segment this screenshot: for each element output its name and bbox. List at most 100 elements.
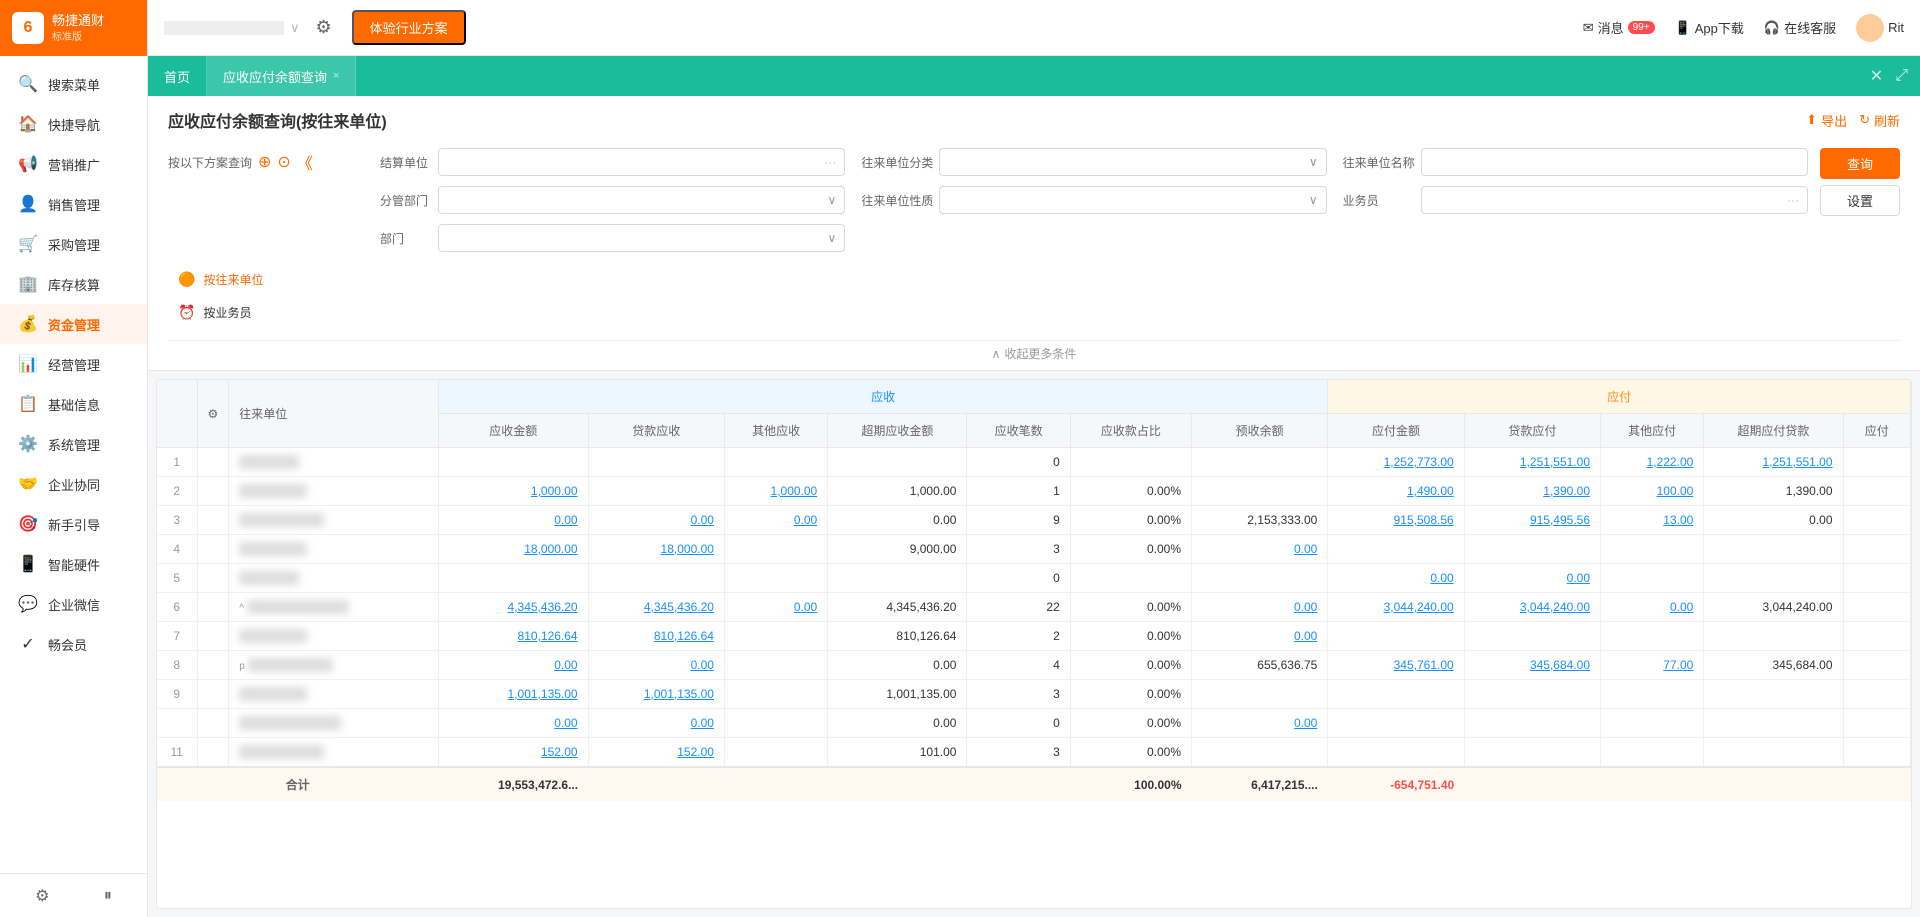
search-menu-icon: 🔍 xyxy=(18,74,38,94)
online-service-btn[interactable]: 🎧 在线客服 xyxy=(1764,18,1836,37)
collapse-more-btn[interactable]: ∧ 收起更多条件 xyxy=(168,340,1900,370)
sidebar-item-hardware[interactable]: 📱 智能硬件 xyxy=(0,544,147,584)
cell-name: ██████ xyxy=(229,448,439,477)
cell-ap-loan[interactable]: 1,251,551.00 xyxy=(1464,448,1600,477)
sidebar-item-operation[interactable]: 📊 经营管理 xyxy=(0,344,147,384)
page-actions: ⬆ 导出 ↻ 刷新 xyxy=(1806,111,1900,130)
table-footer: 合计 19,553,472.6... 100.00% 6,417,215....… xyxy=(157,767,1911,801)
sidebar-item-system[interactable]: ⚙️ 系统管理 xyxy=(0,424,147,464)
cell-ap-rest xyxy=(1843,448,1910,477)
sidebar-item-purchase[interactable]: 🛒 采购管理 xyxy=(0,224,147,264)
partner-name-input[interactable] xyxy=(1421,148,1808,176)
sidebar-item-member[interactable]: ✓ 畅会员 xyxy=(0,624,147,664)
table-row: 11 ██████████ 152.00 152.00 101.00 3 0.0… xyxy=(157,738,1911,768)
th-ap-other: 其他应付 xyxy=(1601,414,1704,448)
logo-text: 畅捷通财 标准版 xyxy=(52,13,104,44)
sidebar: 6 畅捷通财 标准版 🔍 搜索菜单 🏠 快捷导航 📢 营销推广 👤 销售管理 🛒… xyxy=(0,0,148,917)
settlement-unit-field: 结算单位 ··· xyxy=(380,148,845,176)
export-btn[interactable]: ⬆ 导出 xyxy=(1806,111,1847,130)
scheme-collapse-icon[interactable]: 《 xyxy=(297,150,313,174)
topbar: ∨ ⚙ 体验行业方案 ✉ 消息 99+ 📱 App下载 🎧 在线客服 Rit xyxy=(148,0,1920,56)
th-settings[interactable]: ⚙ xyxy=(197,380,229,448)
department-input[interactable]: ∨ xyxy=(438,224,845,252)
th-ar-loan: 贷款应收 xyxy=(588,414,724,448)
marketing-icon: 📢 xyxy=(18,154,38,174)
scheme-by-partner[interactable]: 🟠 按往来单位 xyxy=(168,264,368,295)
partner-nature-input[interactable]: ∨ xyxy=(939,186,1326,214)
add-scheme-btn[interactable]: ⊕ xyxy=(258,152,271,172)
query-actions: 查询 设置 xyxy=(1820,144,1900,216)
sidebar-item-basic-info[interactable]: 📋 基础信息 xyxy=(0,384,147,424)
filters-area: 按以下方案查询 ⊕ ⊙ 《 结算单位 ··· 往来单位分类 xyxy=(168,144,1900,264)
tabbar-close-icon[interactable]: ✕ xyxy=(1870,66,1883,86)
th-receivable-group: 应收 xyxy=(438,380,1328,414)
sidebar-settings-btn[interactable]: ⚙ xyxy=(27,882,57,910)
system-icon: ⚙️ xyxy=(18,434,38,454)
main-content: 应收应付余额查询(按往来单位) ⬆ 导出 ↻ 刷新 按以下方案查询 ⊕ ⊙ 《 xyxy=(148,96,1920,917)
filter-fields: 结算单位 ··· 往来单位分类 ∨ 往来单位名称 xyxy=(368,144,1820,256)
settlement-unit-dots: ··· xyxy=(824,155,836,169)
th-ar-amount: 应收金额 xyxy=(438,414,588,448)
home-tab-label: 首页 xyxy=(164,67,190,86)
sidebar-item-finance[interactable]: 💰 资金管理 xyxy=(0,304,147,344)
th-ap-amount: 应付金额 xyxy=(1328,414,1464,448)
settlement-unit-input[interactable]: ··· xyxy=(438,148,845,176)
sidebar-item-sales[interactable]: 👤 销售管理 xyxy=(0,184,147,224)
cell-no: 1 xyxy=(157,448,197,477)
sidebar-item-newbie[interactable]: 🎯 新手引导 xyxy=(0,504,147,544)
app-download-icon: 📱 xyxy=(1675,20,1691,36)
sidebar-item-marketing[interactable]: 📢 营销推广 xyxy=(0,144,147,184)
tab-home[interactable]: 首页 xyxy=(148,56,207,96)
wechat-icon: 💬 xyxy=(18,594,38,614)
partner-category-field: 往来单位分类 ∨ xyxy=(861,148,1326,176)
home-icon: 🏠 xyxy=(18,114,38,134)
query-button[interactable]: 查询 xyxy=(1820,148,1900,179)
message-btn[interactable]: ✉ 消息 99+ xyxy=(1583,18,1655,37)
user-avatar[interactable]: Rit xyxy=(1856,14,1904,42)
member-icon: ✓ xyxy=(18,634,38,654)
th-payable-group: 应付 xyxy=(1328,380,1911,414)
logo-icon: 6 xyxy=(12,12,44,44)
cell-ap-overdue[interactable]: 1,251,551.00 xyxy=(1704,448,1843,477)
breadcrumb-text xyxy=(164,21,284,35)
table-row: 8 p ██████████ 0.00 0.00 0.00 4 0.00% 65… xyxy=(157,651,1911,680)
cooperation-icon: 🤝 xyxy=(18,474,38,494)
app-download-btn[interactable]: 📱 App下载 xyxy=(1675,18,1744,37)
footer-ar-amount: 19,553,472.6... xyxy=(438,767,588,801)
tab-close-btn[interactable]: × xyxy=(333,70,339,82)
tabbar: 首页 应收应付余额查询 × ✕ ⤢ xyxy=(148,56,1920,96)
cell-ap-amount[interactable]: 1,252,773.00 xyxy=(1328,448,1464,477)
settlement-unit-label: 结算单位 xyxy=(380,154,432,171)
sidebar-item-wechat[interactable]: 💬 企业微信 xyxy=(0,584,147,624)
finance-icon: 💰 xyxy=(18,314,38,334)
sidebar-item-quick-nav[interactable]: 🏠 快捷导航 xyxy=(0,104,147,144)
scheme-settings-icon[interactable]: ⊙ xyxy=(277,152,290,172)
table-row: 9 ████████ 1,001,135.00 1,001,135.00 1,0… xyxy=(157,680,1911,709)
salesperson-field: 业务员 ··· xyxy=(1343,186,1808,214)
sidebar-item-search-menu[interactable]: 🔍 搜索菜单 xyxy=(0,64,147,104)
operation-icon: 📊 xyxy=(18,354,38,374)
settings-button[interactable]: 设置 xyxy=(1820,185,1900,216)
partner-nature-label: 往来单位性质 xyxy=(861,192,933,209)
cell-ap-other[interactable]: 1,222.00 xyxy=(1601,448,1704,477)
sidebar-item-inventory[interactable]: 🏢 库存核算 xyxy=(0,264,147,304)
cell-ar-count: 0 xyxy=(967,448,1070,477)
page-title-row: 应收应付余额查询(按往来单位) ⬆ 导出 ↻ 刷新 xyxy=(168,108,1900,132)
tabbar-expand-icon[interactable]: ⤢ xyxy=(1895,67,1908,85)
managing-dept-input[interactable]: ∨ xyxy=(438,186,845,214)
sidebar-item-cooperation[interactable]: 🤝 企业协同 xyxy=(0,464,147,504)
th-no xyxy=(157,380,197,448)
promo-button[interactable]: 体验行业方案 xyxy=(352,10,466,45)
tab-ar-ap[interactable]: 应收应付余额查询 × xyxy=(207,56,356,96)
message-icon: ✉ xyxy=(1583,20,1594,36)
footer-ar-prepay: 6,417,215.... xyxy=(1192,767,1328,801)
breadcrumb: ∨ xyxy=(164,20,300,36)
refresh-btn[interactable]: ↻ 刷新 xyxy=(1859,111,1900,130)
table-body: 1 ██████ 0 1,252,773.00 1,251,551.00 1,2… xyxy=(157,448,1911,768)
sidebar-collapse-btn[interactable]: ⏸ xyxy=(96,883,120,909)
topbar-settings-icon[interactable]: ⚙ xyxy=(316,17,332,38)
table-row: 6 ^ ████████████ 4,345,436.20 4,345,436.… xyxy=(157,593,1911,622)
scheme-by-business[interactable]: ⏰ 按业务员 xyxy=(168,297,368,328)
partner-category-input[interactable]: ∨ xyxy=(939,148,1326,176)
salesperson-input[interactable]: ··· xyxy=(1421,186,1808,214)
